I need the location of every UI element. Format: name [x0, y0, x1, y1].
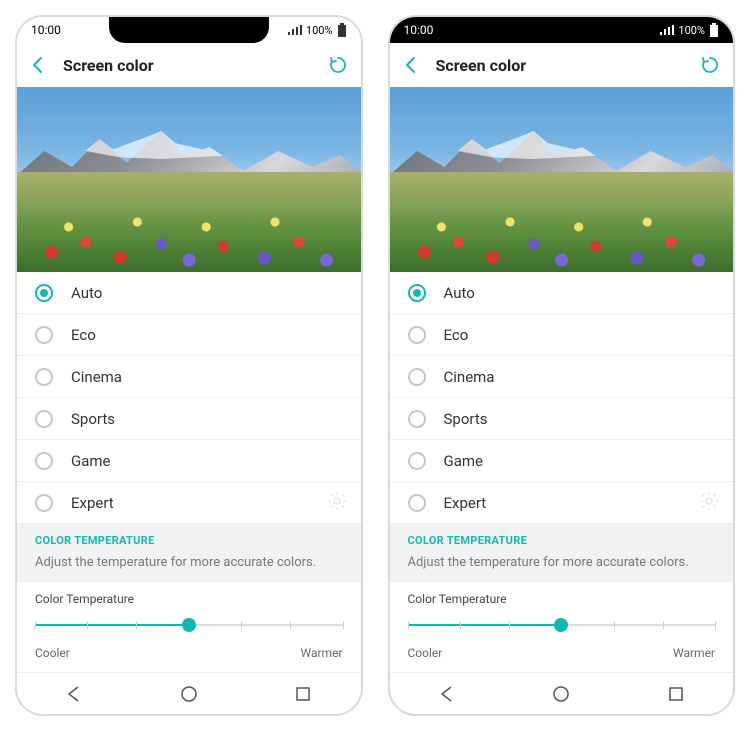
mode-option-eco[interactable]: Eco	[17, 314, 361, 356]
mode-option-cinema[interactable]: Cinema	[390, 356, 734, 398]
status-bar: 10:00 100%	[390, 17, 734, 43]
navigation-bar	[390, 672, 734, 714]
mode-option-auto[interactable]: Auto	[390, 272, 734, 314]
signal-icon	[660, 25, 674, 35]
status-time: 10:00	[404, 23, 434, 37]
battery-icon	[709, 23, 719, 37]
section-title: COLOR TEMPERATURE	[390, 524, 734, 555]
slider-end-labels: Cooler Warmer	[17, 640, 361, 672]
mode-label: Auto	[71, 284, 102, 302]
reset-icon[interactable]	[699, 54, 721, 76]
radio-icon	[408, 326, 426, 344]
slider-left-label: Cooler	[35, 646, 70, 660]
battery-icon	[337, 23, 347, 37]
app-bar: Screen color	[390, 43, 734, 87]
gear-icon[interactable]	[699, 491, 719, 515]
radio-icon	[35, 452, 53, 470]
color-temperature-slider-block: Color Temperature	[390, 582, 734, 640]
radio-icon	[35, 494, 53, 512]
mode-option-auto[interactable]: Auto	[17, 272, 361, 314]
back-icon[interactable]	[402, 55, 422, 75]
page-title: Screen color	[63, 56, 154, 75]
mode-option-sports[interactable]: Sports	[17, 398, 361, 440]
nav-recent-icon[interactable]	[294, 685, 312, 703]
radio-icon	[35, 284, 53, 302]
app-bar: Screen color	[17, 43, 361, 87]
preview-image	[17, 87, 361, 272]
phone-with-notch: 10:00 100% Screen color Auto	[15, 15, 363, 716]
phone-no-notch: 10:00 100% Screen color Auto	[388, 15, 736, 716]
mode-label: Sports	[444, 410, 488, 428]
section-description: Adjust the temperature for more accurate…	[17, 555, 361, 582]
display-notch	[109, 17, 269, 43]
color-mode-list: Auto Eco Cinema Sports Game Expert	[390, 272, 734, 524]
radio-icon	[35, 410, 53, 428]
mode-label: Sports	[71, 410, 115, 428]
mode-option-game[interactable]: Game	[390, 440, 734, 482]
page-title: Screen color	[436, 56, 527, 75]
mode-option-expert[interactable]: Expert	[17, 482, 361, 524]
radio-icon	[408, 368, 426, 386]
slider-right-label: Warmer	[673, 646, 715, 660]
slider-thumb[interactable]	[182, 618, 196, 632]
preview-image	[390, 87, 734, 272]
reset-icon[interactable]	[327, 54, 349, 76]
back-icon[interactable]	[29, 55, 49, 75]
mode-label: Game	[444, 452, 484, 470]
radio-icon	[35, 326, 53, 344]
mode-option-sports[interactable]: Sports	[390, 398, 734, 440]
color-temperature-slider[interactable]	[35, 616, 343, 634]
mode-label: Cinema	[444, 368, 495, 386]
mode-option-cinema[interactable]: Cinema	[17, 356, 361, 398]
status-battery-text: 100%	[678, 24, 705, 37]
nav-recent-icon[interactable]	[667, 685, 685, 703]
nav-back-icon[interactable]	[65, 685, 83, 703]
slider-end-labels: Cooler Warmer	[390, 640, 734, 672]
slider-thumb[interactable]	[554, 618, 568, 632]
color-temperature-slider-block: Color Temperature	[17, 582, 361, 640]
radio-icon	[35, 368, 53, 386]
slider-left-label: Cooler	[408, 646, 443, 660]
mode-label: Expert	[71, 494, 114, 512]
radio-icon	[408, 284, 426, 302]
mode-label: Expert	[444, 494, 487, 512]
gear-icon[interactable]	[327, 491, 347, 515]
navigation-bar	[17, 672, 361, 714]
section-description: Adjust the temperature for more accurate…	[390, 555, 734, 582]
status-time: 10:00	[31, 23, 61, 37]
mode-label: Game	[71, 452, 111, 470]
mode-label: Eco	[444, 326, 469, 344]
slider-right-label: Warmer	[301, 646, 343, 660]
section-title: COLOR TEMPERATURE	[17, 524, 361, 555]
signal-icon	[288, 25, 302, 35]
nav-home-icon[interactable]	[552, 685, 570, 703]
color-temperature-slider[interactable]	[408, 616, 716, 634]
mode-option-eco[interactable]: Eco	[390, 314, 734, 356]
status-battery-text: 100%	[306, 24, 333, 37]
color-mode-list: Auto Eco Cinema Sports Game Expert	[17, 272, 361, 524]
radio-icon	[408, 452, 426, 470]
mode-label: Eco	[71, 326, 96, 344]
mode-option-expert[interactable]: Expert	[390, 482, 734, 524]
nav-back-icon[interactable]	[438, 685, 456, 703]
nav-home-icon[interactable]	[180, 685, 198, 703]
mode-label: Cinema	[71, 368, 122, 386]
slider-label: Color Temperature	[408, 592, 716, 606]
radio-icon	[408, 410, 426, 428]
mode-option-game[interactable]: Game	[17, 440, 361, 482]
radio-icon	[408, 494, 426, 512]
slider-label: Color Temperature	[35, 592, 343, 606]
mode-label: Auto	[444, 284, 475, 302]
